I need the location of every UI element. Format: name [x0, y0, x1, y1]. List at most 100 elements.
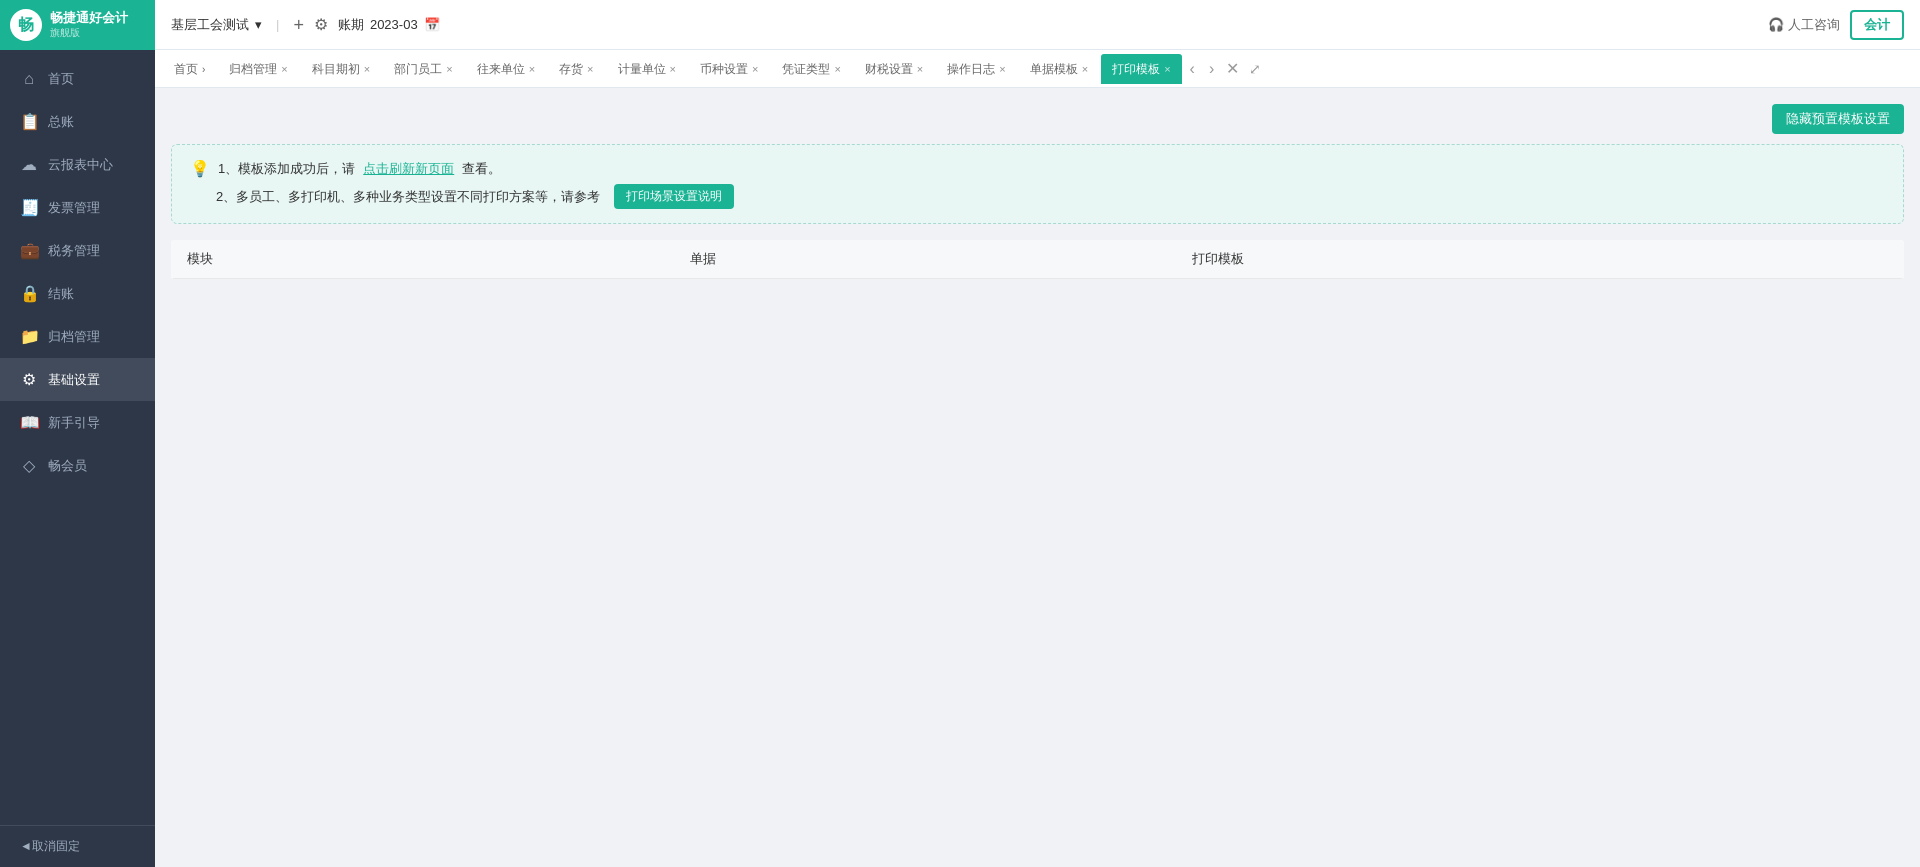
sidebar-item-ledger[interactable]: 📋 总账 [0, 100, 155, 143]
sidebar-item-archive[interactable]: 📁 归档管理 [0, 315, 155, 358]
tab-close-all-button[interactable]: ✕ [1222, 55, 1243, 82]
logo-icon: 畅 [10, 9, 42, 41]
settings-icon: ⚙ [20, 370, 38, 389]
tab-currency[interactable]: 币种设置 × [689, 54, 769, 84]
tab-label-tax_settings: 财税设置 [865, 61, 913, 78]
sidebar-item-home[interactable]: ⌂ 首页 [0, 58, 155, 100]
tab-close-operation_log[interactable]: × [999, 64, 1005, 75]
sidebar-item-invoice[interactable]: 🧾 发票管理 [0, 186, 155, 229]
tab-single_template[interactable]: 单据模板 × [1019, 54, 1099, 84]
page-content: 隐藏预置模板设置 💡 1、模板添加成功后，请 点击刷新新页面 查看。 2、多员工… [155, 88, 1920, 867]
sidebar-label-settings: 基础设置 [48, 371, 100, 389]
sidebar-item-guide[interactable]: 📖 新手引导 [0, 401, 155, 444]
calendar-icon[interactable]: 📅 [424, 17, 440, 32]
settings-icon[interactable]: ⚙ [314, 15, 328, 34]
tab-close-currency[interactable]: × [752, 64, 758, 75]
tab-close-customer[interactable]: × [529, 64, 535, 75]
tabbar: 首页›归档管理×科目期初×部门员工×往来单位×存货×计量单位×币种设置×凭证类型… [155, 50, 1920, 88]
invoice-icon: 🧾 [20, 198, 38, 217]
sidebar-label-ledger: 总账 [48, 113, 74, 131]
sidebar-item-close[interactable]: 🔒 结账 [0, 272, 155, 315]
sidebar-item-settings[interactable]: ⚙ 基础设置 [0, 358, 155, 401]
member-icon: ◇ [20, 456, 38, 475]
sidebar-footer[interactable]: ◄取消固定 [0, 825, 155, 867]
tab-archive[interactable]: 归档管理× [218, 54, 298, 84]
service-label: 人工咨询 [1788, 16, 1840, 34]
tab-label-currency: 币种设置 [700, 61, 748, 78]
tab-label-operation_log: 操作日志 [947, 61, 995, 78]
period-value: 2023-03 [370, 17, 418, 32]
tab-close-voucher_type[interactable]: × [834, 64, 840, 75]
tab-customer[interactable]: 往来单位× [466, 54, 546, 84]
info-row-2: 2、多员工、多打印机、多种业务类型设置不同打印方案等，请参考 打印场景设置说明 [190, 184, 1885, 209]
tab-expand-button[interactable]: ⤢ [1245, 57, 1265, 81]
topbar-divider: | [276, 17, 279, 32]
content-topright: 隐藏预置模板设置 [171, 104, 1904, 134]
sidebar-label-guide: 新手引导 [48, 414, 100, 432]
tab-close-tax_settings[interactable]: × [917, 64, 923, 75]
reports-icon: ☁ [20, 155, 38, 174]
tab-close-dept[interactable]: × [446, 64, 452, 75]
chevron-icon: › [202, 64, 205, 75]
company-name: 基层工会测试 [171, 16, 249, 34]
tab-close-print_template[interactable]: × [1164, 64, 1170, 75]
add-company-button[interactable]: + [293, 16, 304, 34]
tab-label-unit: 计量单位 [618, 61, 666, 78]
tab-dept[interactable]: 部门员工 × [383, 54, 463, 84]
logo-name: 畅捷通好会计 [50, 10, 128, 26]
sidebar-label-member: 畅会员 [48, 457, 87, 475]
tab-label-dept: 部门员工 [394, 61, 442, 78]
tab-print_template[interactable]: 打印模板 × [1101, 54, 1181, 84]
refresh-link[interactable]: 点击刷新新页面 [363, 160, 454, 178]
sidebar-item-member[interactable]: ◇ 畅会员 [0, 444, 155, 487]
hide-preview-button[interactable]: 隐藏预置模板设置 [1772, 104, 1904, 134]
chevron-down-icon: ▾ [255, 17, 262, 32]
ledger-icon: 📋 [20, 112, 38, 131]
guide-icon: 📖 [20, 413, 38, 432]
sidebar-logo: 畅 畅捷通好会计 旗舰版 [0, 0, 155, 50]
tab-tax_settings[interactable]: 财税设置 × [854, 54, 934, 84]
tab-inventory[interactable]: 存货× [548, 54, 604, 84]
info-text-2: 2、多员工、多打印机、多种业务类型设置不同打印方案等，请参考 [216, 188, 600, 206]
sidebar-item-reports[interactable]: ☁ 云报表中心 [0, 143, 155, 186]
period-display: 账期 2023-03 📅 [338, 16, 440, 34]
close-icon: 🔒 [20, 284, 38, 303]
sidebar-item-tax[interactable]: 💼 税务管理 [0, 229, 155, 272]
print-scene-button[interactable]: 打印场景设置说明 [614, 184, 734, 209]
tax-icon: 💼 [20, 241, 38, 260]
tab-close-unit[interactable]: × [670, 64, 676, 75]
bulb-icon: 💡 [190, 159, 210, 178]
tab-close-inventory[interactable]: × [587, 64, 593, 75]
info-row-1: 💡 1、模板添加成功后，请 点击刷新新页面 查看。 [190, 159, 1885, 178]
service-button[interactable]: 🎧 人工咨询 [1768, 16, 1840, 34]
account-button[interactable]: 会计 [1850, 10, 1904, 40]
tab-home[interactable]: 首页 › [163, 54, 216, 84]
tab-close-single_template[interactable]: × [1082, 64, 1088, 75]
sidebar-label-archive: 归档管理 [48, 328, 100, 346]
tab-next-button[interactable]: › [1203, 56, 1220, 82]
tab-label-print_template: 打印模板 [1112, 61, 1160, 78]
tab-close-archive[interactable]: × [281, 64, 287, 75]
tab-prev-button[interactable]: ‹ [1184, 56, 1201, 82]
sidebar: 畅 畅捷通好会计 旗舰版 ⌂ 首页 📋 总账 ☁ 云报表中心 🧾 发票管理 💼 … [0, 0, 155, 867]
tab-label-subject: 科目期初 [312, 61, 360, 78]
tab-operation_log[interactable]: 操作日志 × [936, 54, 1016, 84]
sidebar-label-invoice: 发票管理 [48, 199, 100, 217]
tab-unit[interactable]: 计量单位 × [607, 54, 687, 84]
info-text-1-after: 查看。 [462, 160, 501, 178]
tab-close-subject[interactable]: × [364, 64, 370, 75]
table-header-2: 打印模板 [1176, 240, 1904, 279]
topbar-right: 🎧 人工咨询 会计 [1768, 10, 1904, 40]
tab-subject[interactable]: 科目期初 × [301, 54, 381, 84]
tab-label-single_template: 单据模板 [1030, 61, 1078, 78]
company-selector[interactable]: 基层工会测试 ▾ [171, 16, 262, 34]
tab-label-voucher_type: 凭证类型 [782, 61, 830, 78]
archive-icon: 📁 [20, 327, 38, 346]
info-box: 💡 1、模板添加成功后，请 点击刷新新页面 查看。 2、多员工、多打印机、多种业… [171, 144, 1904, 224]
home-icon: ⌂ [20, 70, 38, 88]
home-tab-label: 首页 [174, 61, 198, 78]
main-content: 基层工会测试 ▾ | + ⚙ 账期 2023-03 📅 🎧 人工咨询 会计 首页… [155, 0, 1920, 867]
tab-voucher_type[interactable]: 凭证类型 × [771, 54, 851, 84]
sidebar-label-reports: 云报表中心 [48, 156, 113, 174]
topbar: 基层工会测试 ▾ | + ⚙ 账期 2023-03 📅 🎧 人工咨询 会计 [155, 0, 1920, 50]
